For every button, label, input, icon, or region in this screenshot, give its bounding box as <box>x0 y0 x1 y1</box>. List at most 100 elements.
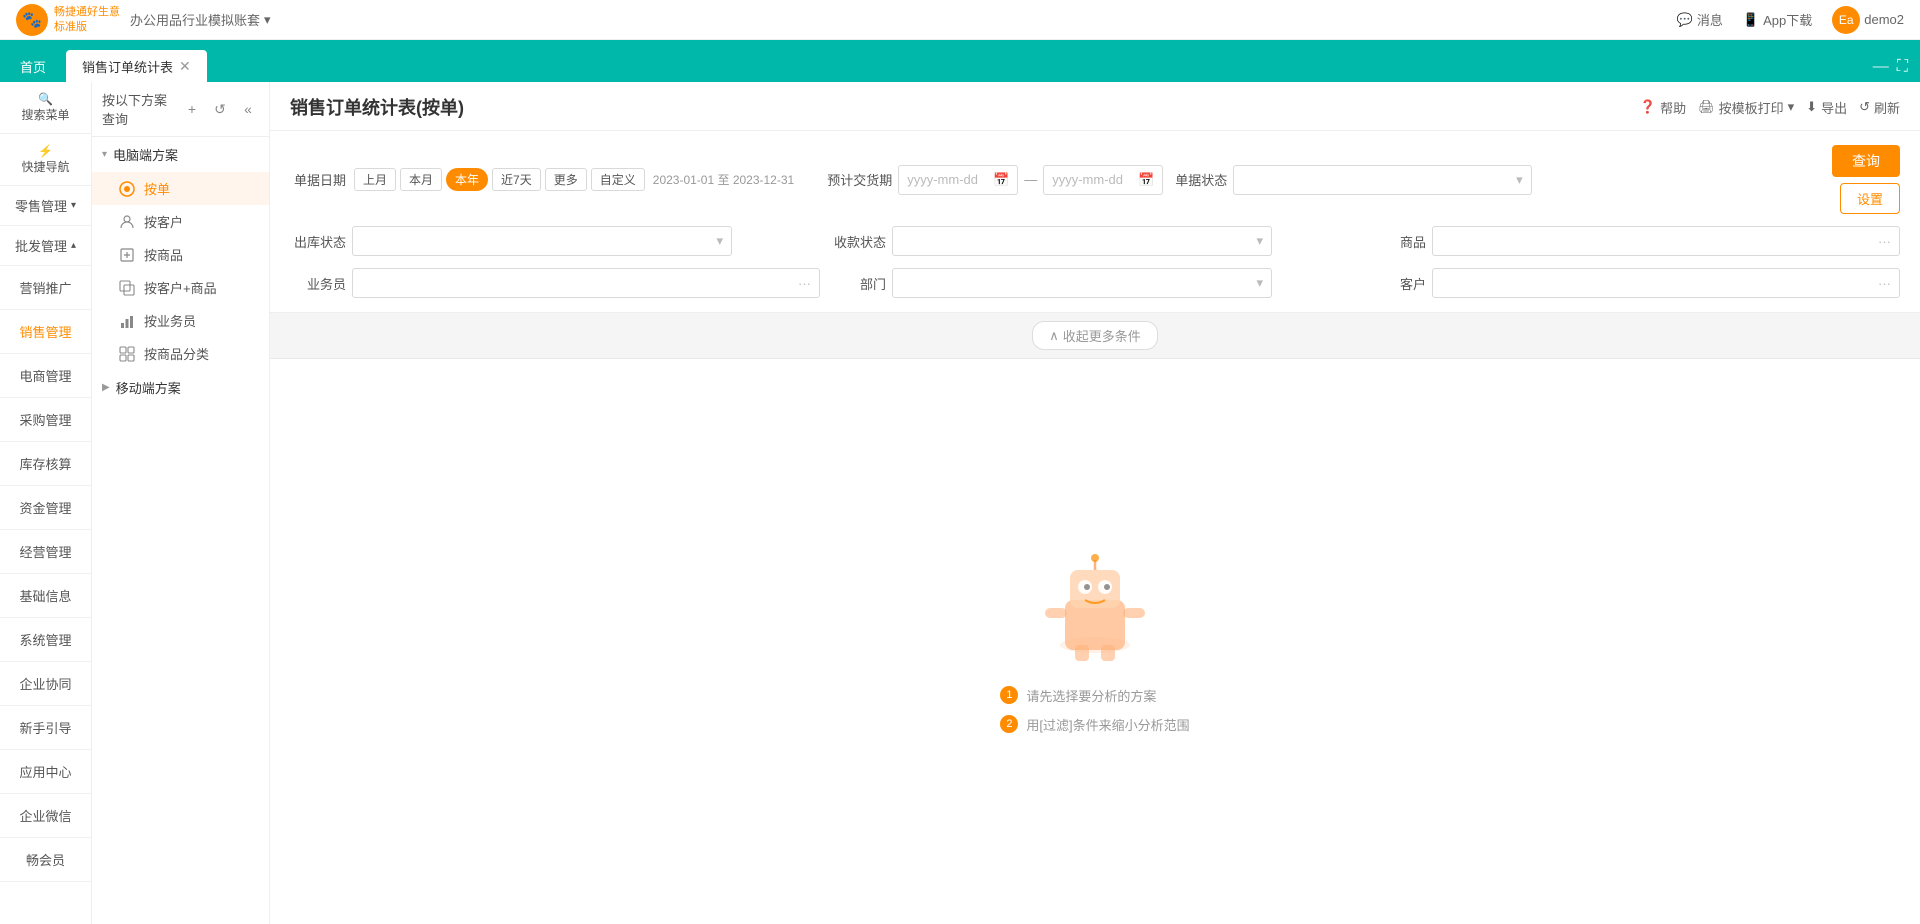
message-button[interactable]: 💬 消息 <box>1677 10 1723 29</box>
right-panel: 销售订单统计表(按单) ❓ 帮助 🖨 按模板打印 ▾ ⬇ 导出 <box>270 82 1920 924</box>
goods-input[interactable]: ··· <box>1432 226 1900 256</box>
user-menu[interactable]: Ea demo2 <box>1832 6 1904 34</box>
calendar-end-icon: 📅 <box>1138 172 1154 188</box>
print-arrow-icon: ▾ <box>1788 99 1795 115</box>
tab-close-icon[interactable]: ✕ <box>179 58 191 75</box>
by-cust-goods-icon <box>118 279 136 297</box>
delivery-start-input[interactable]: yyyy-mm-dd 📅 <box>898 165 1018 195</box>
empty-state: 1 请先选择要分析的方案 2 用[过滤]条件来缩小分析范围 <box>270 359 1920 924</box>
pc-scheme-group: ▾ 电脑端方案 按单 按客户 <box>92 137 269 370</box>
goods-ellipsis-icon: ··· <box>1878 234 1891 249</box>
collapse-bar: ∧ 收起更多条件 <box>270 313 1920 359</box>
scheme-by-goods[interactable]: 按商品 <box>92 238 269 271</box>
sidebar-item-app-center[interactable]: 应用中心 <box>0 750 91 794</box>
sidebar-item-sales[interactable]: 销售管理 <box>0 310 91 354</box>
dept-label: 部门 <box>830 274 886 293</box>
sidebar-item-purchase[interactable]: 采购管理 <box>0 398 91 442</box>
app-download-button[interactable]: 📱 App下载 <box>1743 10 1812 29</box>
tab-actions: — ⛶ <box>1873 58 1920 82</box>
date-btn-this-year[interactable]: 本年 <box>446 168 488 191</box>
pc-scheme-group-title[interactable]: ▾ 电脑端方案 <box>92 137 269 172</box>
date-separator: — <box>1024 172 1037 187</box>
pc-group-arrow-icon: ▾ <box>102 149 107 160</box>
refresh-scheme-button[interactable]: ↺ <box>209 98 231 120</box>
add-scheme-button[interactable]: + <box>181 98 203 120</box>
avatar: Ea <box>1832 6 1860 34</box>
sidebar-item-member[interactable]: 畅会员 <box>0 838 91 882</box>
sidebar-item-retail[interactable]: 零售管理 ▾ <box>0 186 91 226</box>
sidebar-item-newbie[interactable]: 新手引导 <box>0 706 91 750</box>
tab-maximize-icon[interactable]: ⛶ <box>1897 58 1908 76</box>
scheme-by-order[interactable]: 按单 <box>92 172 269 205</box>
sidebar-item-system[interactable]: 系统管理 <box>0 618 91 662</box>
calendar-start-icon: 📅 <box>993 172 1009 188</box>
scheme-by-customer[interactable]: 按客户 <box>92 205 269 238</box>
bill-status-select[interactable]: ▾ <box>1233 165 1531 195</box>
date-btn-more[interactable]: 更多 <box>545 168 587 191</box>
nav-icon: ⚡ <box>38 144 53 158</box>
date-btn-7days[interactable]: 近7天 <box>492 168 541 191</box>
refresh-icon: ↺ <box>1859 99 1870 115</box>
app-selector[interactable]: 办公用品行业模拟账套 ▾ <box>130 10 271 29</box>
by-salesman-icon <box>118 312 136 330</box>
sidebar-item-basic[interactable]: 基础信息 <box>0 574 91 618</box>
sidebar-item-corp-wechat[interactable]: 企业微信 <box>0 794 91 838</box>
message-icon: 💬 <box>1677 12 1693 28</box>
tab-sales-order-stat[interactable]: 销售订单统计表 ✕ <box>66 50 207 82</box>
sidebar-item-ecommerce[interactable]: 电商管理 <box>0 354 91 398</box>
empty-state-icon <box>1035 550 1155 670</box>
sidebar-item-marketing[interactable]: 营销推广 <box>0 266 91 310</box>
refresh-button[interactable]: ↺ 刷新 <box>1859 98 1900 117</box>
export-button[interactable]: ⬇ 导出 <box>1806 98 1847 117</box>
receipt-status-label: 收款状态 <box>830 232 886 251</box>
export-icon: ⬇ <box>1806 99 1817 115</box>
tab-minimize-icon[interactable]: — <box>1873 58 1889 76</box>
tip-num-2-icon: 2 <box>1000 715 1018 733</box>
logo-text: 畅捷通好生意 标准版 <box>54 5 120 34</box>
date-btn-this-month[interactable]: 本月 <box>400 168 442 191</box>
sidebar-item-operation[interactable]: 经营管理 <box>0 530 91 574</box>
by-customer-icon <box>118 213 136 231</box>
sidebar-search[interactable]: 🔍 搜索菜单 <box>0 82 91 134</box>
tip-num-1-icon: 1 <box>1000 686 1018 704</box>
ship-status-arrow-icon: ▾ <box>716 233 723 249</box>
tab-bar: 首页 销售订单统计表 ✕ — ⛶ <box>0 40 1920 82</box>
settings-button[interactable]: 设置 <box>1840 183 1900 214</box>
customer-input[interactable]: ··· <box>1432 268 1900 298</box>
mobile-scheme-group-title[interactable]: ▶ 移动端方案 <box>92 370 269 405</box>
scheme-by-cust-goods[interactable]: 按客户+商品 <box>92 271 269 304</box>
ship-status-select[interactable]: ▾ <box>352 226 732 256</box>
tab-home[interactable]: 首页 <box>4 50 62 82</box>
help-icon: ❓ <box>1640 99 1656 115</box>
sidebar-item-inventory[interactable]: 库存核算 <box>0 442 91 486</box>
page-actions: ❓ 帮助 🖨 按模板打印 ▾ ⬇ 导出 ↺ 刷新 <box>1640 98 1900 117</box>
help-button[interactable]: ❓ 帮助 <box>1640 98 1686 117</box>
dept-select[interactable]: ▾ <box>892 268 1272 298</box>
top-bar-left: 🐾 畅捷通好生意 标准版 办公用品行业模拟账套 ▾ <box>16 4 271 36</box>
scheme-by-salesman[interactable]: 按业务员 <box>92 304 269 337</box>
receipt-status-select[interactable]: ▾ <box>892 226 1272 256</box>
scheme-by-goods-cat[interactable]: 按商品分类 <box>92 337 269 370</box>
by-goods-cat-icon <box>118 345 136 363</box>
collapse-conditions-button[interactable]: ∧ 收起更多条件 <box>1032 321 1158 350</box>
content-area: 按以下方案查询 + ↺ « ▾ 电脑端方案 <box>92 82 1920 924</box>
search-button[interactable]: 查询 <box>1832 145 1900 177</box>
sidebar-item-corp[interactable]: 企业协同 <box>0 662 91 706</box>
salesman-input[interactable]: ··· <box>352 268 820 298</box>
download-icon: 📱 <box>1743 12 1759 28</box>
sidebar-item-finance[interactable]: 资金管理 <box>0 486 91 530</box>
date-btn-custom[interactable]: 自定义 <box>591 168 645 191</box>
mobile-scheme-group: ▶ 移动端方案 <box>92 370 269 405</box>
collapse-panel-button[interactable]: « <box>237 98 259 120</box>
sidebar-item-wholesale[interactable]: 批发管理 ▴ <box>0 226 91 266</box>
delivery-end-input[interactable]: yyyy-mm-dd 📅 <box>1043 165 1163 195</box>
receipt-status-arrow-icon: ▾ <box>1256 233 1263 249</box>
logo-icon: 🐾 <box>16 4 48 36</box>
sidebar-quick-nav[interactable]: ⚡ 快捷导航 <box>0 134 91 186</box>
left-panel: 按以下方案查询 + ↺ « ▾ 电脑端方案 <box>92 82 270 924</box>
date-btn-last-month[interactable]: 上月 <box>354 168 396 191</box>
template-print-button[interactable]: 🖨 按模板打印 ▾ <box>1698 98 1794 117</box>
by-goods-icon <box>118 246 136 264</box>
bill-date-label: 单据日期 <box>290 170 346 189</box>
retail-arrow-icon: ▾ <box>71 200 76 211</box>
